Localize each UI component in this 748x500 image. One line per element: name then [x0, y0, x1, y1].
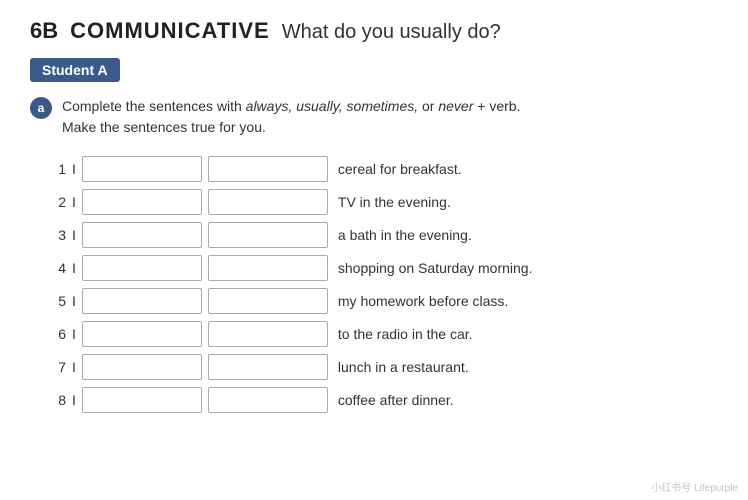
sentence-number: 3 [50, 227, 66, 243]
header: 6B COMMUNICATIVE What do you usually do? [30, 18, 718, 44]
frequency-input[interactable] [82, 288, 202, 314]
sentence-completion: shopping on Saturday morning. [338, 260, 533, 276]
sentence-number: 5 [50, 293, 66, 309]
instruction-line2: Make the sentences true for you. [62, 119, 266, 135]
sentence-completion: TV in the evening. [338, 194, 451, 210]
verb-input[interactable] [208, 189, 328, 215]
sentence-subject: I [72, 260, 76, 276]
page: 6B COMMUNICATIVE What do you usually do?… [0, 0, 748, 500]
frequency-input[interactable] [82, 156, 202, 182]
instruction-line1: Complete the sentences with always, usua… [62, 98, 520, 114]
section-subtitle: What do you usually do? [282, 21, 501, 44]
sentence-row: 1Icereal for breakfast. [50, 156, 718, 182]
student-badge: Student A [30, 58, 120, 82]
section-title: COMMUNICATIVE [70, 18, 270, 44]
frequency-input[interactable] [82, 189, 202, 215]
sentence-completion: coffee after dinner. [338, 392, 454, 408]
frequency-input[interactable] [82, 255, 202, 281]
sentence-number: 2 [50, 194, 66, 210]
unit-label: 6B [30, 18, 58, 44]
frequency-input[interactable] [82, 354, 202, 380]
sentence-row: 7Ilunch in a restaurant. [50, 354, 718, 380]
sentence-completion: cereal for breakfast. [338, 161, 462, 177]
sentence-number: 8 [50, 392, 66, 408]
sentence-completion: my homework before class. [338, 293, 508, 309]
verb-input[interactable] [208, 222, 328, 248]
verb-input[interactable] [208, 255, 328, 281]
instruction-label: a [30, 97, 52, 119]
sentence-row: 8Icoffee after dinner. [50, 387, 718, 413]
frequency-input[interactable] [82, 321, 202, 347]
verb-input[interactable] [208, 387, 328, 413]
sentence-number: 4 [50, 260, 66, 276]
frequency-input[interactable] [82, 222, 202, 248]
sentence-subject: I [72, 161, 76, 177]
sentence-row: 6Ito the radio in the car. [50, 321, 718, 347]
instruction-text: Complete the sentences with always, usua… [62, 96, 520, 138]
sentence-number: 7 [50, 359, 66, 375]
sentence-row: 3Ia bath in the evening. [50, 222, 718, 248]
sentence-row: 4Ishopping on Saturday morning. [50, 255, 718, 281]
verb-input[interactable] [208, 288, 328, 314]
sentence-completion: lunch in a restaurant. [338, 359, 469, 375]
sentence-row: 2I TV in the evening. [50, 189, 718, 215]
sentence-subject: I [72, 227, 76, 243]
verb-input[interactable] [208, 156, 328, 182]
verb-input[interactable] [208, 321, 328, 347]
watermark: 小红书号 Lifepurple [651, 479, 738, 494]
sentence-row: 5Imy homework before class. [50, 288, 718, 314]
sentence-subject: I [72, 293, 76, 309]
sentence-completion: a bath in the evening. [338, 227, 472, 243]
sentence-number: 1 [50, 161, 66, 177]
sentence-subject: I [72, 392, 76, 408]
sentence-subject: I [72, 326, 76, 342]
verb-input[interactable] [208, 354, 328, 380]
sentence-subject: I [72, 194, 76, 210]
instruction-row: a Complete the sentences with always, us… [30, 96, 718, 138]
sentence-subject: I [72, 359, 76, 375]
sentences-list: 1Icereal for breakfast.2ITV in the eveni… [30, 156, 718, 413]
sentence-number: 6 [50, 326, 66, 342]
frequency-input[interactable] [82, 387, 202, 413]
sentence-completion: to the radio in the car. [338, 326, 473, 342]
